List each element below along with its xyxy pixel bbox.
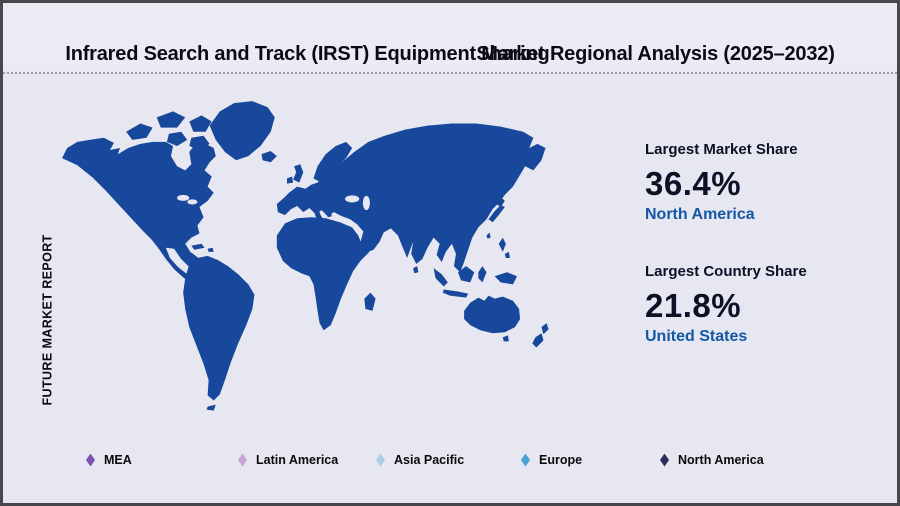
map-black-sea (345, 195, 360, 203)
legend-item-latin-america: Latin America (238, 452, 338, 468)
dotted-divider (3, 72, 897, 74)
stat-largest-country-share: Largest Country Share 21.8% United State… (645, 263, 895, 346)
infographic-canvas: Infrared Search and Track (IRST) Equipme… (0, 0, 900, 506)
stat-label: Largest Country Share (645, 263, 807, 280)
diamond-marker-icon (521, 453, 530, 467)
legend-label: MEA (104, 453, 132, 467)
map-australia (464, 295, 521, 342)
map-new-zealand (532, 323, 549, 348)
diamond-marker-icon (86, 453, 95, 467)
legend: MEA Latin America Asia Pacific Europe No… (3, 452, 897, 470)
brand-vertical-text: FUTURE MARKET REPORT (40, 234, 55, 406)
map-indonesia (433, 266, 518, 298)
map-south-america (183, 255, 255, 411)
map-iceland (261, 151, 277, 163)
map-caribbean (191, 243, 214, 252)
map-sri-lanka (413, 266, 419, 274)
map-madagascar (364, 292, 376, 311)
map-great-lakes-2 (187, 199, 198, 205)
legend-item-asia-pacific: Asia Pacific (376, 452, 464, 468)
title-prefix: Infrared Search and Track (IRST) Equipme… (65, 43, 476, 65)
legend-label: Latin America (256, 453, 339, 467)
map-caspian-sea (362, 195, 370, 211)
world-map-svg (62, 101, 549, 411)
legend-label: Asia Pacific (394, 453, 465, 467)
title-word-sharing: Sharing (476, 43, 550, 65)
map-africa (276, 217, 370, 331)
map-taiwan (486, 232, 491, 239)
legend-item-europe: Europe (521, 452, 582, 468)
map-great-lakes (177, 194, 190, 201)
map-philippines (498, 237, 510, 258)
stat-value: 36.4% (645, 165, 742, 202)
legend-item-mea: MEA (86, 452, 132, 468)
stat-value: 21.8% (645, 287, 742, 324)
stat-largest-market-share: Largest Market Share 36.4% North America (645, 141, 895, 224)
legend-item-north-america: North America (660, 452, 764, 468)
legend-label: North America (678, 453, 764, 467)
diamond-marker-icon (660, 453, 669, 467)
diamond-marker-icon (238, 453, 247, 467)
stat-region: North America (645, 206, 755, 223)
title-suffix: Regional Analysis (2025–2032) (549, 43, 835, 65)
diamond-marker-icon (376, 453, 385, 467)
stat-label: Largest Market Share (645, 141, 798, 158)
page-title: Infrared Search and Track (IRST) Equipme… (3, 43, 897, 66)
map-greenland (209, 101, 275, 161)
legend-label: Europe (539, 453, 583, 467)
title-overlap-words: Market Sharing (476, 43, 549, 66)
world-map (59, 93, 629, 429)
map-british-isles (287, 164, 304, 184)
stat-region: United States (645, 328, 748, 345)
